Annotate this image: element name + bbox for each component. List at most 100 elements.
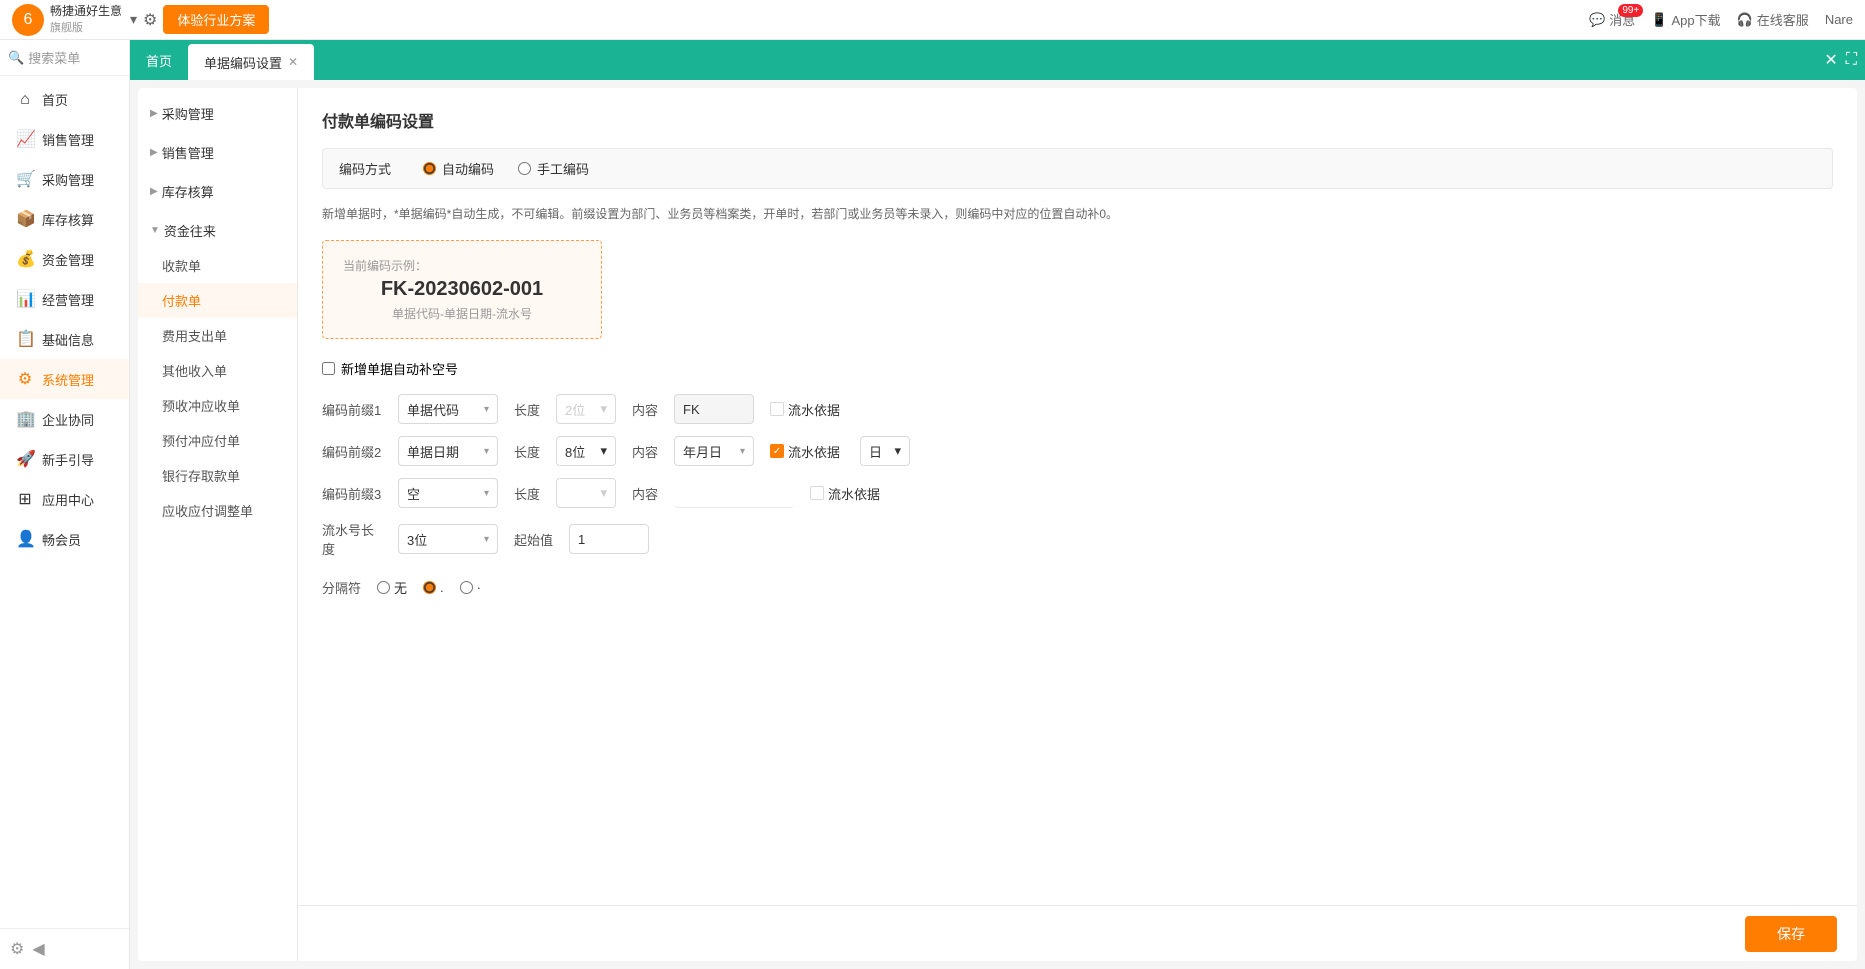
prefix1-select[interactable]: 单据代码 ▾ (398, 394, 498, 424)
auto-fill-checkbox[interactable] (322, 362, 335, 375)
sales-icon: 📈 (16, 129, 34, 149)
prefix2-content-select[interactable]: 年月日 ▾ (674, 436, 754, 466)
sub-item-payment[interactable]: 付款单 (138, 283, 297, 318)
prefix1-length-select[interactable]: 2位 ▾ (556, 394, 616, 424)
tab-collapse-btn[interactable]: ✕ (1824, 50, 1837, 70)
auto-fill-label: 新增单据自动补空号 (341, 359, 458, 378)
sales-expand-icon: ▶ (150, 147, 158, 158)
code-example-box: 当前编码示例： FK-20230602-001 单据代码-单据日期-流水号 (322, 240, 602, 339)
prefix2-length-value: 8位 (565, 442, 585, 461)
sub-group-capital-title[interactable]: ▼ 资金往来 (138, 213, 297, 248)
info-text: 新增单据时，*单据编码*自动生成，不可编辑。前缀设置为部门、业务员等档案类，开单… (322, 205, 1833, 224)
prefix3-select[interactable]: 空 ▾ (398, 478, 498, 508)
sub-item-bank-deposit[interactable]: 银行存取款单 (138, 458, 297, 493)
manual-coding-radio[interactable] (518, 162, 531, 175)
sidebar-search[interactable]: 🔍 搜索菜单 (0, 40, 129, 76)
form-container: 付款单编码设置 编码方式 自动编码 手工编码 (298, 88, 1857, 961)
member-icon: 👤 (16, 529, 34, 549)
prefix1-arrow-icon: ▾ (484, 404, 489, 415)
prefix3-length-select[interactable]: ▾ (556, 478, 616, 508)
sub-item-expense[interactable]: 费用支出单 (138, 318, 297, 353)
sub-item-receipt[interactable]: 收款单 (138, 248, 297, 283)
manual-coding-option[interactable]: 手工编码 (518, 159, 589, 178)
prefix2-day-select[interactable]: 日 ▾ (860, 436, 910, 466)
save-button[interactable]: 保存 (1745, 916, 1837, 952)
prefix3-stream-checkbox[interactable] (810, 486, 824, 500)
basic-icon: 📋 (16, 329, 34, 349)
prefix2-stream-cb-row: ✓ 流水依据 (770, 442, 840, 461)
auto-coding-radio[interactable] (423, 162, 436, 175)
prefix2-stream-checkbox[interactable]: ✓ (770, 444, 784, 458)
auto-fill-row: 新增单据自动补空号 (322, 359, 1833, 378)
sub-group-inventory-title[interactable]: ▶ 库存核算 (138, 174, 297, 209)
online-service-btn[interactable]: 🎧 在线客服 (1737, 10, 1809, 29)
prefix2-length-label: 长度 (514, 442, 540, 461)
brand-icon-text: 6 (24, 11, 33, 29)
sidebar-item-operation[interactable]: 📊 经营管理 (0, 279, 129, 319)
user-info[interactable]: Nare (1825, 12, 1853, 27)
sub-item-advance-receipt[interactable]: 预收冲应收单 (138, 388, 297, 423)
sidebar-item-finance[interactable]: 💰 资金管理 (0, 239, 129, 279)
prefix1-row: 编码前缀1 单据代码 ▾ 长度 2位 ▾ 内容 FK (322, 394, 1833, 424)
prefix1-content-value: FK (674, 394, 754, 424)
auto-coding-label: 自动编码 (442, 159, 494, 178)
inventory-icon: 📦 (16, 209, 34, 229)
sep-dot-text: . (440, 580, 444, 595)
settings-bottom-btn[interactable]: ⚙ (10, 939, 24, 959)
form-area: 付款单编码设置 编码方式 自动编码 手工编码 (298, 88, 1857, 905)
sidebar-item-basic[interactable]: 📋 基础信息 (0, 319, 129, 359)
sidebar-item-purchase[interactable]: 🛒 采购管理 (0, 159, 129, 199)
sub-item-advance-payment[interactable]: 预付冲应付单 (138, 423, 297, 458)
sidebar-finance-label: 资金管理 (42, 250, 94, 269)
prefix1-stream-checkbox[interactable] (770, 402, 784, 416)
settings-gear-btn[interactable]: ⚙ (143, 10, 157, 30)
brand: 6 畅捷通好生意 旗舰版 (12, 4, 122, 36)
sidebar-item-system[interactable]: ⚙ 系统管理 (0, 359, 129, 399)
sidebar-item-home[interactable]: ⌂ 首页 (0, 80, 129, 119)
brand-icon: 6 (12, 4, 44, 36)
tab-home[interactable]: 首页 (130, 40, 188, 80)
sub-group-sales-title[interactable]: ▶ 销售管理 (138, 135, 297, 170)
sep-dash-radio[interactable] (460, 581, 473, 594)
sidebar-item-sales[interactable]: 📈 销售管理 (0, 119, 129, 159)
message-btn[interactable]: 💬 消息 99+ (1589, 10, 1635, 29)
sep-dot-radio[interactable] (423, 581, 436, 594)
serial-start-input[interactable] (569, 524, 649, 554)
collapse-btn[interactable]: ◀ (32, 939, 44, 959)
search-label: 搜索菜单 (28, 48, 80, 67)
tab-close-icon[interactable]: ✕ (288, 55, 298, 69)
sidebar-item-app[interactable]: ⊞ 应用中心 (0, 479, 129, 519)
tab-serial-setting[interactable]: 单据编码设置 ✕ (188, 44, 314, 80)
example-desc: 单据代码-单据日期-流水号 (343, 305, 581, 322)
sep-none-radio[interactable] (377, 581, 390, 594)
sidebar-item-member[interactable]: 👤 畅会员 (0, 519, 129, 559)
industry-btn[interactable]: 体验行业方案 (163, 5, 269, 34)
serial-length-select[interactable]: 3位 ▾ (398, 524, 498, 554)
sep-dash-option[interactable]: · (460, 580, 481, 595)
sidebar-app-label: 应用中心 (42, 490, 94, 509)
search-inner[interactable]: 🔍 搜索菜单 (8, 48, 121, 67)
sidebar-item-enterprise[interactable]: 🏢 企业协同 (0, 399, 129, 439)
sub-group-purchase-title[interactable]: ▶ 采购管理 (138, 96, 297, 131)
sidebar-system-label: 系统管理 (42, 370, 94, 389)
sub-group-sales: ▶ 销售管理 (138, 135, 297, 170)
sidebar-item-guide[interactable]: 🚀 新手引导 (0, 439, 129, 479)
guide-icon: 🚀 (16, 449, 34, 469)
tab-bar-right: ✕ ⛶ (1824, 50, 1865, 70)
sidebar-item-inventory[interactable]: 📦 库存核算 (0, 199, 129, 239)
app-download-btn[interactable]: 📱 App下载 (1651, 10, 1720, 29)
sub-item-adjustment[interactable]: 应收应付调整单 (138, 493, 297, 528)
sub-item-other-income[interactable]: 其他收入单 (138, 353, 297, 388)
auto-coding-option[interactable]: 自动编码 (423, 159, 494, 178)
tab-expand-btn[interactable]: ⛶ (1846, 51, 1857, 69)
prefix1-length-label: 长度 (514, 400, 540, 419)
prefix2-length-select[interactable]: 8位 ▾ (556, 436, 616, 466)
prefix2-select[interactable]: 单据日期 ▾ (398, 436, 498, 466)
prefix2-stream-label: 流水依据 (788, 442, 840, 461)
example-label: 当前编码示例： (343, 257, 581, 274)
dropdown-arrow-btn[interactable]: ▾ (130, 11, 137, 28)
prefix2-day-value: 日 (869, 442, 882, 461)
sep-dot-option[interactable]: . (423, 580, 444, 595)
service-icon: 🎧 (1737, 12, 1753, 28)
sep-none-option[interactable]: 无 (377, 578, 407, 597)
